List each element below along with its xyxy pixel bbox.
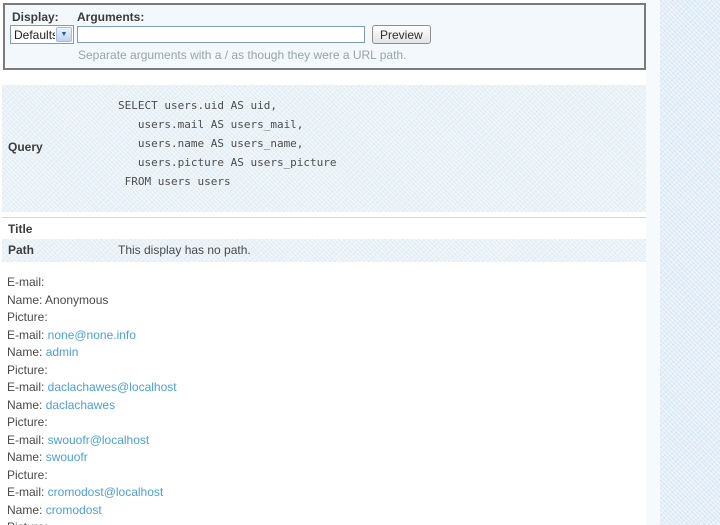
arguments-label: Arguments: <box>77 10 145 24</box>
field-label: E-mail: <box>7 380 48 394</box>
arguments-help-text: Separate arguments with a / as though th… <box>78 48 407 62</box>
field-line: Name: daclachawes <box>7 397 627 415</box>
field-label: Name: <box>7 397 46 412</box>
field-line: E-mail: none@none.info <box>7 327 627 345</box>
field-label: Picture: <box>7 467 48 482</box>
field-value-link[interactable]: cromodost <box>46 503 102 517</box>
field-label: Picture: <box>7 415 48 429</box>
display-select-value: Defaults <box>14 27 55 42</box>
preview-form: Display: Defaults ▼ Arguments: Preview S… <box>3 3 646 70</box>
field-label: Name: <box>7 502 46 517</box>
field-line: Picture: <box>7 414 627 432</box>
query-sql: SELECT users.uid AS uid, users.mail AS u… <box>118 99 337 188</box>
field-line: Name: swouofr <box>7 449 627 467</box>
field-label: Picture: <box>7 520 48 525</box>
content-right-gutter <box>646 0 660 525</box>
field-label: Name: <box>7 292 46 307</box>
field-label: E-mail: <box>7 275 45 289</box>
field-line: Name: Anonymous <box>7 292 627 310</box>
path-row: Path This display has no path. <box>2 239 646 262</box>
field-line: E-mail: cromodost@localhost <box>7 484 627 502</box>
field-line: Name: cromodost <box>7 502 627 520</box>
results-list: E-mail: Name: Anonymous Picture: E-mail: no… <box>7 274 627 525</box>
field-label: E-mail: <box>7 327 48 342</box>
field-line: Name: admin <box>7 344 627 362</box>
display-select[interactable]: Defaults ▼ <box>10 25 74 44</box>
field-line: Picture: <box>7 362 627 380</box>
title-label: Title <box>8 222 33 236</box>
field-value-link[interactable]: swouofr <box>46 450 88 464</box>
field-value-link[interactable]: admin <box>46 345 79 359</box>
path-value: This display has no path. <box>118 243 251 257</box>
field-line: Picture: <box>7 467 627 485</box>
chevron-down-icon: ▼ <box>56 27 72 42</box>
preview-button[interactable]: Preview <box>372 25 431 44</box>
field-line: E-mail: swouofr@localhost <box>7 432 627 450</box>
field-value-link[interactable]: swouofr@localhost <box>48 433 150 447</box>
query-row: Query SELECT users.uid AS uid, users.mai… <box>2 85 646 212</box>
title-row: Title <box>2 217 646 239</box>
field-value-link[interactable]: daclachawes@localhost <box>48 380 177 394</box>
field-label: E-mail: <box>7 485 48 499</box>
field-value: Anonymous <box>45 292 109 307</box>
field-label: E-mail: <box>7 432 48 447</box>
field-value-link[interactable]: cromodost@localhost <box>48 485 164 499</box>
views-preview-page: Display: Defaults ▼ Arguments: Preview S… <box>0 0 720 525</box>
display-label: Display: <box>12 10 59 24</box>
arguments-input[interactable] <box>77 26 365 43</box>
field-line: Picture: <box>7 309 627 327</box>
page-background-strip <box>660 0 720 525</box>
field-line: E-mail: daclachawes@localhost <box>7 379 627 397</box>
field-label: Name: <box>7 450 46 464</box>
field-label: Picture: <box>7 310 48 324</box>
field-line: E-mail: <box>7 274 627 292</box>
query-label: Query <box>8 140 43 154</box>
field-label: Picture: <box>7 362 48 377</box>
field-value-link[interactable]: none@none.info <box>48 328 136 342</box>
field-value-link[interactable]: daclachawes <box>46 398 115 412</box>
field-line: Picture: <box>7 519 627 525</box>
field-label: Name: <box>7 345 46 359</box>
path-label: Path <box>8 243 35 257</box>
